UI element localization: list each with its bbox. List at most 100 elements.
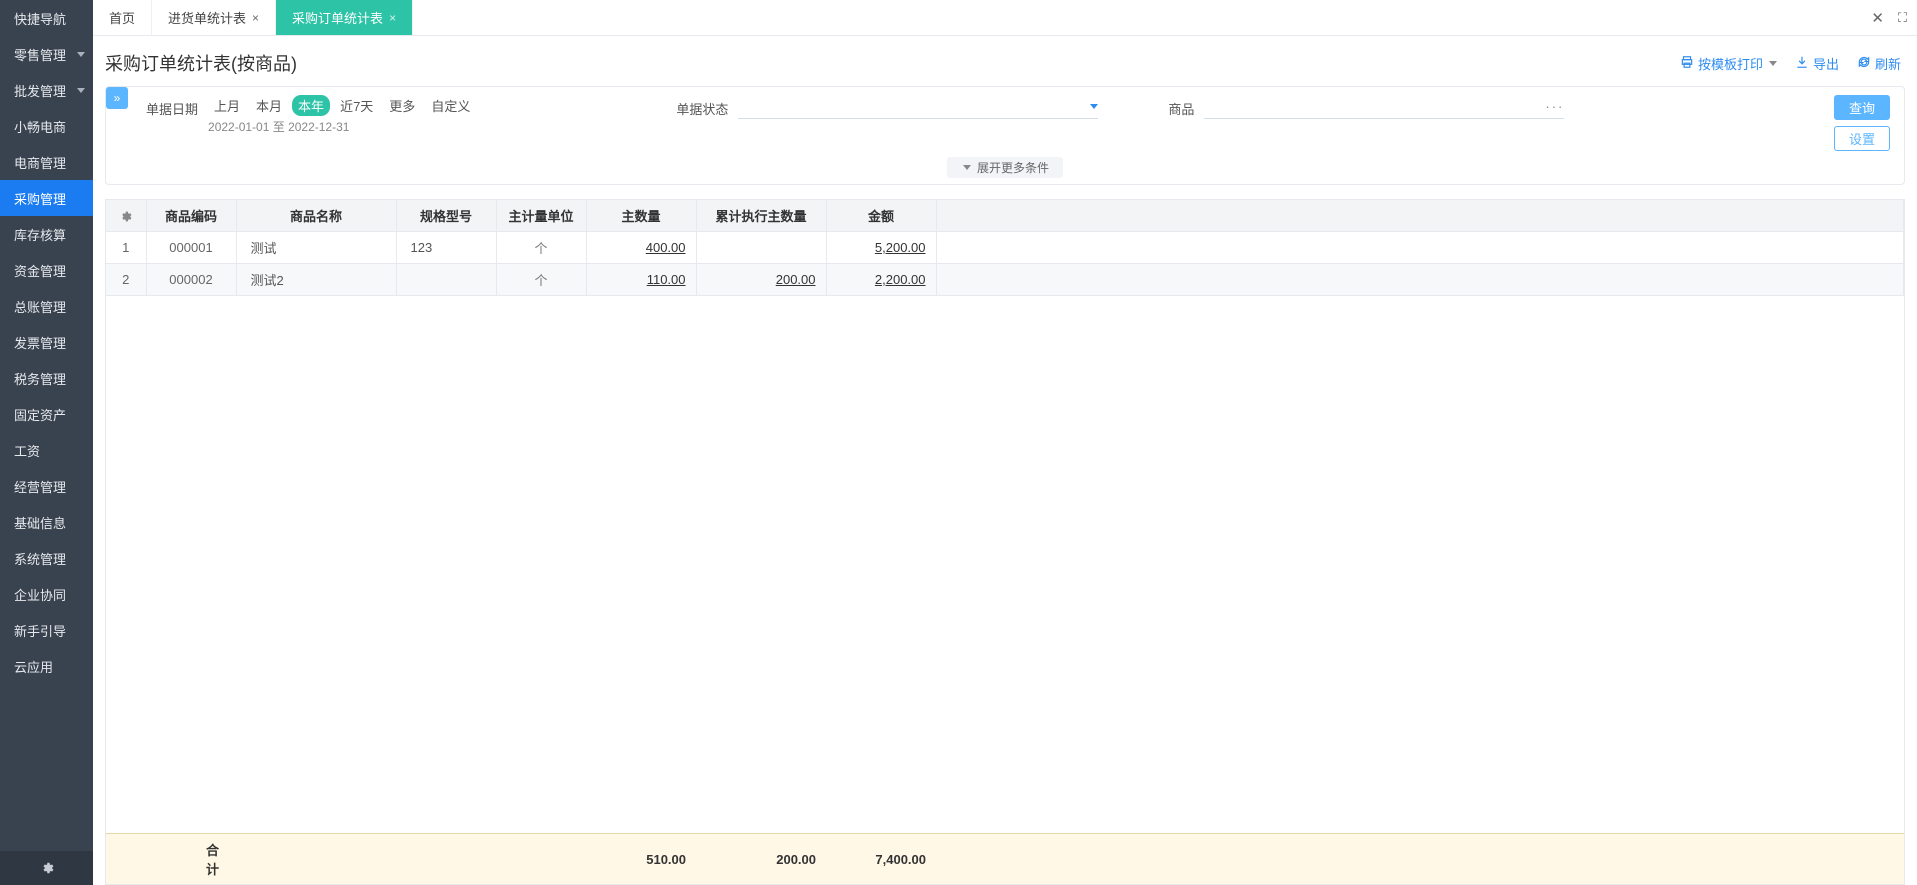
table-header[interactable]: 商品名称: [236, 200, 396, 232]
tab-close-icon[interactable]: ×: [252, 11, 259, 25]
sidebar-item[interactable]: 云应用: [0, 648, 93, 684]
print-button[interactable]: 按模板打印: [1680, 54, 1777, 73]
total-cell: 合计: [146, 840, 236, 878]
total-cell: 200.00: [696, 852, 826, 867]
table-cell: 110.00: [586, 264, 696, 296]
refresh-icon: [1857, 55, 1871, 72]
table-cell: [396, 264, 496, 296]
sidebar-item[interactable]: 企业协同: [0, 576, 93, 612]
table-cell: [936, 264, 1904, 296]
table-cell: 个: [496, 232, 586, 264]
export-button[interactable]: 导出: [1795, 54, 1839, 73]
more-icon: ···: [1545, 99, 1564, 114]
date-option[interactable]: 本月: [250, 95, 288, 116]
sidebar-item[interactable]: 系统管理: [0, 540, 93, 576]
sidebar-item[interactable]: 零售管理: [0, 36, 93, 72]
tab-label: 进货单统计表: [168, 8, 246, 27]
sidebar-item[interactable]: 批发管理: [0, 72, 93, 108]
sidebar-item[interactable]: 税务管理: [0, 360, 93, 396]
sidebar-item[interactable]: 新手引导: [0, 612, 93, 648]
sidebar-item[interactable]: 固定资产: [0, 396, 93, 432]
table-cell: 200.00: [696, 264, 826, 296]
total-cell: 7,400.00: [826, 852, 936, 867]
table-cell: 5,200.00: [826, 232, 936, 264]
sidebar-item[interactable]: 总账管理: [0, 288, 93, 324]
filter-date: 单据日期 上月本月本年近7天更多自定义 2022-01-01 至 2022-12…: [146, 95, 476, 135]
table-settings-icon[interactable]: [106, 200, 146, 232]
sidebar-item[interactable]: 库存核算: [0, 216, 93, 252]
sidebar-settings[interactable]: [0, 851, 93, 885]
tab-close-icon[interactable]: ×: [389, 11, 396, 25]
filter-product: 商品 ···: [1168, 95, 1564, 119]
filter-status: 单据状态: [676, 95, 1098, 119]
table-header[interactable]: 主数量: [586, 200, 696, 232]
table-header[interactable]: 规格型号: [396, 200, 496, 232]
date-option[interactable]: 自定义: [425, 95, 476, 116]
export-icon: [1795, 55, 1809, 72]
table-cell: [936, 232, 1904, 264]
table-cell: 000001: [146, 232, 236, 264]
sidebar: 快捷导航零售管理批发管理小畅电商电商管理采购管理库存核算资金管理总账管理发票管理…: [0, 0, 93, 885]
table-row[interactable]: 1000001测试123个400.00 5,200.00: [106, 232, 1904, 264]
table-cell: 1: [106, 232, 146, 264]
table-cell: 2: [106, 264, 146, 296]
chevron-down-icon: [1090, 104, 1098, 109]
sidebar-item[interactable]: 快捷导航: [0, 0, 93, 36]
sidebar-item[interactable]: 资金管理: [0, 252, 93, 288]
filter-date-label: 单据日期: [146, 95, 198, 118]
table-cell: 400.00: [586, 232, 696, 264]
title-bar: 采购订单统计表(按商品) 按模板打印 导出: [93, 36, 1917, 86]
tab-label: 首页: [109, 8, 135, 27]
table-header[interactable]: 主计量单位: [496, 200, 586, 232]
setting-button[interactable]: 设置: [1834, 126, 1890, 151]
tab[interactable]: 首页: [93, 0, 152, 35]
expand-more-filters[interactable]: 展开更多条件: [947, 157, 1063, 178]
date-option[interactable]: 上月: [208, 95, 246, 116]
tab[interactable]: 采购订单统计表 ×: [276, 0, 413, 35]
table-row[interactable]: 2000002测试2 个110.00200.002,200.00: [106, 264, 1904, 296]
sidebar-item[interactable]: 工资: [0, 432, 93, 468]
table-cell: 123: [396, 232, 496, 264]
main-area: 首页进货单统计表×采购订单统计表× ✕ ⛶ 采购订单统计表(按商品) 按模板打印: [93, 0, 1917, 885]
filter-product-select[interactable]: ···: [1204, 95, 1564, 119]
table-header[interactable]: 累计执行主数量: [696, 200, 826, 232]
table-header[interactable]: 商品编码: [146, 200, 236, 232]
gear-icon: [40, 861, 54, 875]
chevron-down-icon: [963, 165, 971, 170]
date-option[interactable]: 更多: [383, 95, 421, 116]
table-cell: [696, 232, 826, 264]
date-option[interactable]: 近7天: [334, 95, 379, 116]
close-all-icon[interactable]: ✕: [1871, 9, 1884, 27]
table-header-filler: [936, 200, 1904, 232]
sidebar-item[interactable]: 采购管理: [0, 180, 93, 216]
filter-date-range: 2022-01-01 至 2022-12-31: [208, 118, 476, 135]
date-option[interactable]: 本年: [292, 95, 330, 116]
total-row: 合计 510.00200.007,400.00: [105, 833, 1905, 885]
tab[interactable]: 进货单统计表 ×: [152, 0, 276, 35]
chevron-down-icon: [1769, 61, 1777, 66]
tab-label: 采购订单统计表: [292, 8, 383, 27]
collapse-filter-button[interactable]: »: [106, 87, 128, 109]
sidebar-item[interactable]: 经营管理: [0, 468, 93, 504]
refresh-button[interactable]: 刷新: [1857, 54, 1901, 73]
sidebar-item[interactable]: 电商管理: [0, 144, 93, 180]
table-cell: 测试2: [236, 264, 396, 296]
printer-icon: [1680, 55, 1694, 72]
table-cell: 个: [496, 264, 586, 296]
title-actions: 按模板打印 导出 刷新: [1680, 54, 1901, 73]
sidebar-item[interactable]: 发票管理: [0, 324, 93, 360]
filter-panel: » 单据日期 上月本月本年近7天更多自定义 2022-01-01 至 2022-…: [105, 86, 1905, 185]
query-button[interactable]: 查询: [1834, 95, 1890, 120]
sidebar-item[interactable]: 基础信息: [0, 504, 93, 540]
table-cell: 测试: [236, 232, 396, 264]
data-table: 商品编码商品名称规格型号主计量单位主数量累计执行主数量金额 1000001测试1…: [93, 191, 1917, 885]
filter-product-label: 商品: [1168, 95, 1194, 118]
filter-status-select[interactable]: [738, 95, 1098, 119]
table-header[interactable]: 金额: [826, 200, 936, 232]
table-cell: 2,200.00: [826, 264, 936, 296]
total-cell: 510.00: [586, 852, 696, 867]
table-cell: 000002: [146, 264, 236, 296]
sidebar-item[interactable]: 小畅电商: [0, 108, 93, 144]
filter-status-label: 单据状态: [676, 95, 728, 118]
fullscreen-icon[interactable]: ⛶: [1898, 10, 1907, 26]
